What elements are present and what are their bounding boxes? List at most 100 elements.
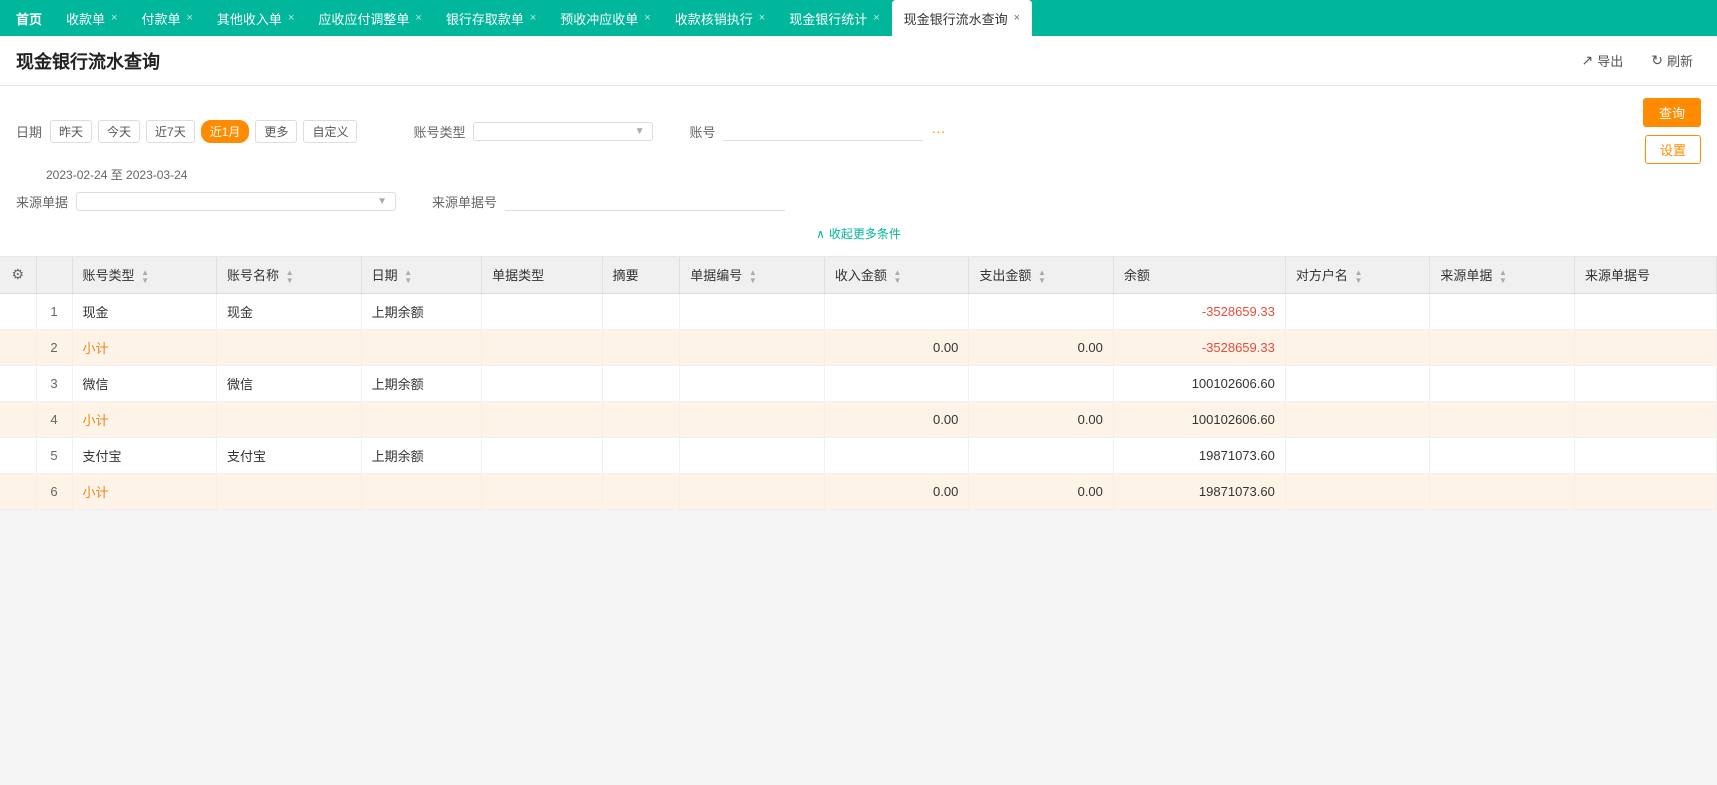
cell-summary bbox=[602, 437, 680, 473]
cell-source-doc bbox=[1430, 293, 1575, 329]
source-doc-no-input[interactable] bbox=[505, 191, 785, 211]
cell-account-type: 支付宝 bbox=[72, 437, 217, 473]
account-ellipsis-button[interactable]: ··· bbox=[927, 123, 949, 139]
nav-item-ar-ap-adjust[interactable]: 应收应付调整单 × bbox=[306, 0, 433, 36]
collapse-bar[interactable]: ∧ 收起更多条件 bbox=[16, 221, 1701, 244]
account-input[interactable] bbox=[723, 121, 923, 141]
col-date[interactable]: 日期 ▲▼ bbox=[361, 257, 482, 293]
nav-item-cash-bank-flow[interactable]: 现金银行流水查询 × bbox=[892, 0, 1032, 36]
sort-arrows-counterparty: ▲▼ bbox=[1354, 269, 1362, 285]
page-title: 现金银行流水查询 bbox=[16, 48, 160, 74]
nav-item-other-income[interactable]: 其他收入单 × bbox=[205, 0, 306, 36]
nav-item-cash-bank-stats[interactable]: 现金银行统计 × bbox=[777, 0, 891, 36]
chevron-down-icon: ▼ bbox=[635, 126, 645, 137]
refresh-button[interactable]: ↻ 刷新 bbox=[1643, 47, 1701, 74]
nav-item-bank-deposit[interactable]: 银行存取款单 × bbox=[434, 0, 548, 36]
cell-income bbox=[824, 293, 969, 329]
date-btn-7days[interactable]: 近7天 bbox=[146, 120, 195, 143]
source-doc-select[interactable]: ▼ bbox=[76, 192, 396, 211]
cell-settings bbox=[0, 437, 36, 473]
cell-settings bbox=[0, 365, 36, 401]
right-buttons: 查询 设置 bbox=[1643, 98, 1701, 164]
cell-voucher-type bbox=[482, 437, 603, 473]
cell-voucher-no bbox=[680, 473, 825, 509]
cell-expense bbox=[969, 437, 1114, 473]
close-icon[interactable]: × bbox=[1014, 12, 1020, 24]
cell-summary bbox=[602, 293, 680, 329]
close-icon[interactable]: × bbox=[759, 12, 765, 24]
cell-account-name: 支付宝 bbox=[217, 437, 362, 473]
col-account-name[interactable]: 账号名称 ▲▼ bbox=[217, 257, 362, 293]
nav-label-payment: 付款单 bbox=[141, 9, 180, 28]
filter-area: 日期 昨天 今天 近7天 近1月 更多 自定义 账号类型 ▼ 账号 ··· bbox=[0, 86, 1717, 257]
date-range-display: 2023-02-24 至 2023-03-24 bbox=[46, 166, 1701, 183]
sort-arrows-source-doc: ▲▼ bbox=[1499, 269, 1507, 285]
close-icon[interactable]: × bbox=[873, 12, 879, 24]
account-type-label: 账号类型 bbox=[413, 122, 465, 141]
nav-item-receipt[interactable]: 收款单 × bbox=[54, 0, 129, 36]
cell-account-type: 小计 bbox=[72, 401, 217, 437]
cell-source-doc bbox=[1430, 365, 1575, 401]
date-btn-custom[interactable]: 自定义 bbox=[303, 120, 357, 143]
cell-expense bbox=[969, 293, 1114, 329]
close-icon[interactable]: × bbox=[415, 12, 421, 24]
nav-label-bank-deposit: 银行存取款单 bbox=[446, 9, 524, 28]
cell-counterparty bbox=[1285, 437, 1430, 473]
nav-item-prepaid-offset[interactable]: 预收冲应收单 × bbox=[548, 0, 662, 36]
cell-date: 上期余额 bbox=[361, 293, 482, 329]
date-btn-today[interactable]: 今天 bbox=[98, 120, 140, 143]
close-icon[interactable]: × bbox=[288, 12, 294, 24]
cell-date: 上期余额 bbox=[361, 365, 482, 401]
cell-settings bbox=[0, 473, 36, 509]
date-btn-1month[interactable]: 近1月 bbox=[201, 120, 250, 143]
settings-button[interactable]: 设置 bbox=[1645, 135, 1701, 164]
cell-balance: -3528659.33 bbox=[1113, 329, 1285, 365]
sort-arrows-date: ▲▼ bbox=[404, 269, 412, 285]
cell-balance: 100102606.60 bbox=[1113, 365, 1285, 401]
cell-voucher-type bbox=[482, 401, 603, 437]
query-button[interactable]: 查询 bbox=[1643, 98, 1701, 127]
cell-account-type: 微信 bbox=[72, 365, 217, 401]
close-icon[interactable]: × bbox=[111, 12, 117, 24]
cell-expense: 0.00 bbox=[969, 473, 1114, 509]
col-income[interactable]: 收入金额 ▲▼ bbox=[824, 257, 969, 293]
settings-gear-icon[interactable]: ⚙ bbox=[11, 266, 24, 282]
close-icon[interactable]: × bbox=[530, 12, 536, 24]
table-row: 4 小计 0.00 0.00 100102606.60 bbox=[0, 401, 1717, 437]
cell-summary bbox=[602, 473, 680, 509]
col-source-doc[interactable]: 来源单据 ▲▼ bbox=[1430, 257, 1575, 293]
account-filter: 账号 ··· bbox=[689, 121, 949, 141]
nav-item-receipt-verify[interactable]: 收款核销执行 × bbox=[663, 0, 777, 36]
account-type-select[interactable]: ▼ bbox=[473, 122, 653, 141]
nav-label-prepaid-offset: 预收冲应收单 bbox=[560, 9, 638, 28]
close-icon[interactable]: × bbox=[186, 12, 192, 24]
cell-source-doc bbox=[1430, 329, 1575, 365]
col-voucher-no[interactable]: 单据编号 ▲▼ bbox=[680, 257, 825, 293]
date-btn-yesterday[interactable]: 昨天 bbox=[50, 120, 92, 143]
col-expense[interactable]: 支出金额 ▲▼ bbox=[969, 257, 1114, 293]
date-btn-more[interactable]: 更多 bbox=[255, 120, 297, 143]
col-account-type[interactable]: 账号类型 ▲▼ bbox=[72, 257, 217, 293]
cell-expense: 0.00 bbox=[969, 329, 1114, 365]
sort-arrows-account-name: ▲▼ bbox=[286, 269, 294, 285]
cell-balance: 19871073.60 bbox=[1113, 437, 1285, 473]
date-label: 日期 bbox=[16, 122, 42, 141]
nav-label-cash-bank-stats: 现金银行统计 bbox=[789, 9, 867, 28]
nav-item-home[interactable]: 首页 bbox=[4, 0, 54, 36]
cell-account-name: 微信 bbox=[217, 365, 362, 401]
cell-voucher-type bbox=[482, 473, 603, 509]
table-row: 2 小计 0.00 0.00 -3528659.33 bbox=[0, 329, 1717, 365]
btn-group: 查询 设置 bbox=[1643, 98, 1701, 164]
col-settings: ⚙ bbox=[0, 257, 36, 293]
col-counterparty[interactable]: 对方户名 ▲▼ bbox=[1285, 257, 1430, 293]
close-icon[interactable]: × bbox=[644, 12, 650, 24]
cell-date: 上期余额 bbox=[361, 437, 482, 473]
col-summary: 摘要 bbox=[602, 257, 680, 293]
nav-item-payment[interactable]: 付款单 × bbox=[129, 0, 204, 36]
cell-summary bbox=[602, 365, 680, 401]
col-source-doc-no: 来源单据号 bbox=[1574, 257, 1716, 293]
cell-expense: 0.00 bbox=[969, 401, 1114, 437]
cell-settings bbox=[0, 401, 36, 437]
cell-rownum: 5 bbox=[36, 437, 72, 473]
export-button[interactable]: ↗ 导出 bbox=[1574, 47, 1632, 74]
